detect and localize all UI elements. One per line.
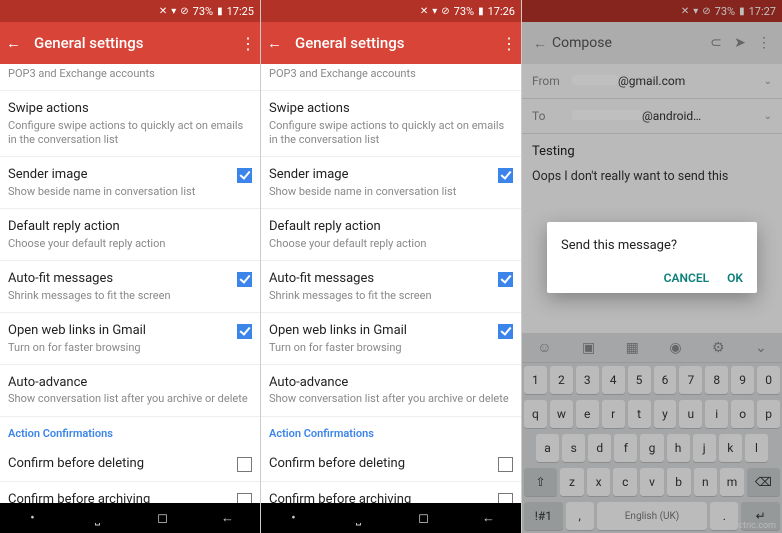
- settings-list[interactable]: POP3 and Exchange accounts Swipe actions…: [0, 64, 260, 503]
- list-item[interactable]: Confirm before archiving: [261, 482, 521, 503]
- home-icon[interactable]: ◻: [417, 511, 431, 526]
- back-icon[interactable]: ←: [6, 34, 34, 52]
- list-item[interactable]: Open web links in GmailTurn on for faste…: [0, 313, 260, 365]
- cancel-button[interactable]: CANCEL: [664, 271, 709, 285]
- confirm-group: Confirm before deletingConfirm before ar…: [0, 446, 260, 503]
- overflow-icon[interactable]: ⋮: [236, 34, 254, 53]
- list-item[interactable]: Auto-fit messagesShrink messages to fit …: [261, 261, 521, 313]
- checkbox[interactable]: [226, 455, 252, 472]
- list-item[interactable]: Auto-advanceShow conversation list after…: [261, 365, 521, 417]
- home-icon[interactable]: ◻: [156, 511, 170, 526]
- app-bar: ← General settings ⋮: [261, 22, 521, 64]
- recents-icon[interactable]: ⎵: [352, 511, 366, 526]
- list-item[interactable]: Open web links in GmailTurn on for faste…: [261, 313, 521, 365]
- overflow-icon[interactable]: ⋮: [497, 34, 515, 53]
- checkbox[interactable]: [226, 491, 252, 503]
- confirm-send-dialog: Send this message? CANCEL OK: [547, 222, 757, 293]
- checkbox[interactable]: [226, 270, 252, 287]
- wifi-icon: ▾: [432, 6, 437, 17]
- screen-settings-after: ✕ ▾ ⊘ 73% ▮ 17:26 ← General settings ⋮ P…: [261, 0, 522, 533]
- section-header: Action Confirmations: [0, 417, 260, 446]
- list-item[interactable]: Swipe actionsConfigure swipe actions to …: [261, 91, 521, 157]
- appbar-title: General settings: [34, 34, 236, 52]
- appbar-title: General settings: [295, 34, 497, 52]
- clock: 17:25: [227, 5, 254, 18]
- dot-icon[interactable]: •: [26, 511, 40, 526]
- watermark: 365electric.com: [711, 521, 776, 531]
- mute-icon: ✕: [420, 6, 428, 17]
- battery-text: 73%: [454, 5, 474, 18]
- checkbox[interactable]: [487, 322, 513, 339]
- settings-group: Swipe actionsConfigure swipe actions to …: [261, 91, 521, 416]
- back-icon[interactable]: ←: [267, 34, 295, 52]
- dnd-icon: ⊘: [441, 6, 449, 17]
- back-nav-icon[interactable]: ←: [221, 510, 235, 526]
- list-item[interactable]: Confirm before archiving: [0, 482, 260, 503]
- ok-button[interactable]: OK: [727, 271, 743, 285]
- dnd-icon: ⊘: [180, 6, 188, 17]
- status-bar: ✕ ▾ ⊘ 73% ▮ 17:26: [261, 0, 521, 22]
- checkbox[interactable]: [226, 322, 252, 339]
- list-item[interactable]: Default reply actionChoose your default …: [0, 209, 260, 261]
- list-item[interactable]: Default reply actionChoose your default …: [261, 209, 521, 261]
- screen-compose: ✕ ▾ ⊘ 73% ▮ 17:27 ← Compose ⊂ ➤ ⋮ From @…: [522, 0, 782, 533]
- checkbox[interactable]: [226, 166, 252, 183]
- list-item[interactable]: Confirm before deleting: [261, 446, 521, 483]
- dialog-message: Send this message?: [561, 238, 743, 253]
- dot-icon[interactable]: •: [287, 511, 301, 526]
- battery-icon: ▮: [217, 6, 223, 17]
- mute-icon: ✕: [159, 6, 167, 17]
- status-bar: ✕ ▾ ⊘ 73% ▮ 17:25: [0, 0, 260, 22]
- settings-list[interactable]: POP3 and Exchange accounts Swipe actions…: [261, 64, 521, 503]
- clock: 17:26: [488, 5, 515, 18]
- checkbox[interactable]: [487, 270, 513, 287]
- list-item[interactable]: Auto-advanceShow conversation list after…: [0, 365, 260, 417]
- dialog-scrim[interactable]: Send this message? CANCEL OK: [522, 0, 782, 533]
- battery-text: 73%: [193, 5, 213, 18]
- back-nav-icon[interactable]: ←: [482, 510, 496, 526]
- app-bar: ← General settings ⋮: [0, 22, 260, 64]
- wifi-icon: ▾: [171, 6, 176, 17]
- nav-bar: • ⎵ ◻ ←: [261, 503, 521, 533]
- section-header: Action Confirmations: [261, 417, 521, 446]
- list-item[interactable]: Swipe actionsConfigure swipe actions to …: [0, 91, 260, 157]
- list-item[interactable]: Sender imageShow beside name in conversa…: [0, 157, 260, 209]
- settings-group: Swipe actionsConfigure swipe actions to …: [0, 91, 260, 416]
- recents-icon[interactable]: ⎵: [91, 511, 105, 526]
- screen-settings-before: ✕ ▾ ⊘ 73% ▮ 17:25 ← General settings ⋮ P…: [0, 0, 261, 533]
- list-item[interactable]: Sender imageShow beside name in conversa…: [261, 157, 521, 209]
- confirm-group: Confirm before deletingConfirm before ar…: [261, 446, 521, 503]
- list-item[interactable]: Confirm before deleting: [0, 446, 260, 483]
- checkbox[interactable]: [487, 166, 513, 183]
- battery-icon: ▮: [478, 6, 484, 17]
- list-item[interactable]: POP3 and Exchange accounts: [261, 64, 521, 91]
- list-item[interactable]: POP3 and Exchange accounts: [0, 64, 260, 91]
- checkbox[interactable]: [487, 455, 513, 472]
- nav-bar: • ⎵ ◻ ←: [0, 503, 260, 533]
- checkbox[interactable]: [487, 491, 513, 503]
- list-item[interactable]: Auto-fit messagesShrink messages to fit …: [0, 261, 260, 313]
